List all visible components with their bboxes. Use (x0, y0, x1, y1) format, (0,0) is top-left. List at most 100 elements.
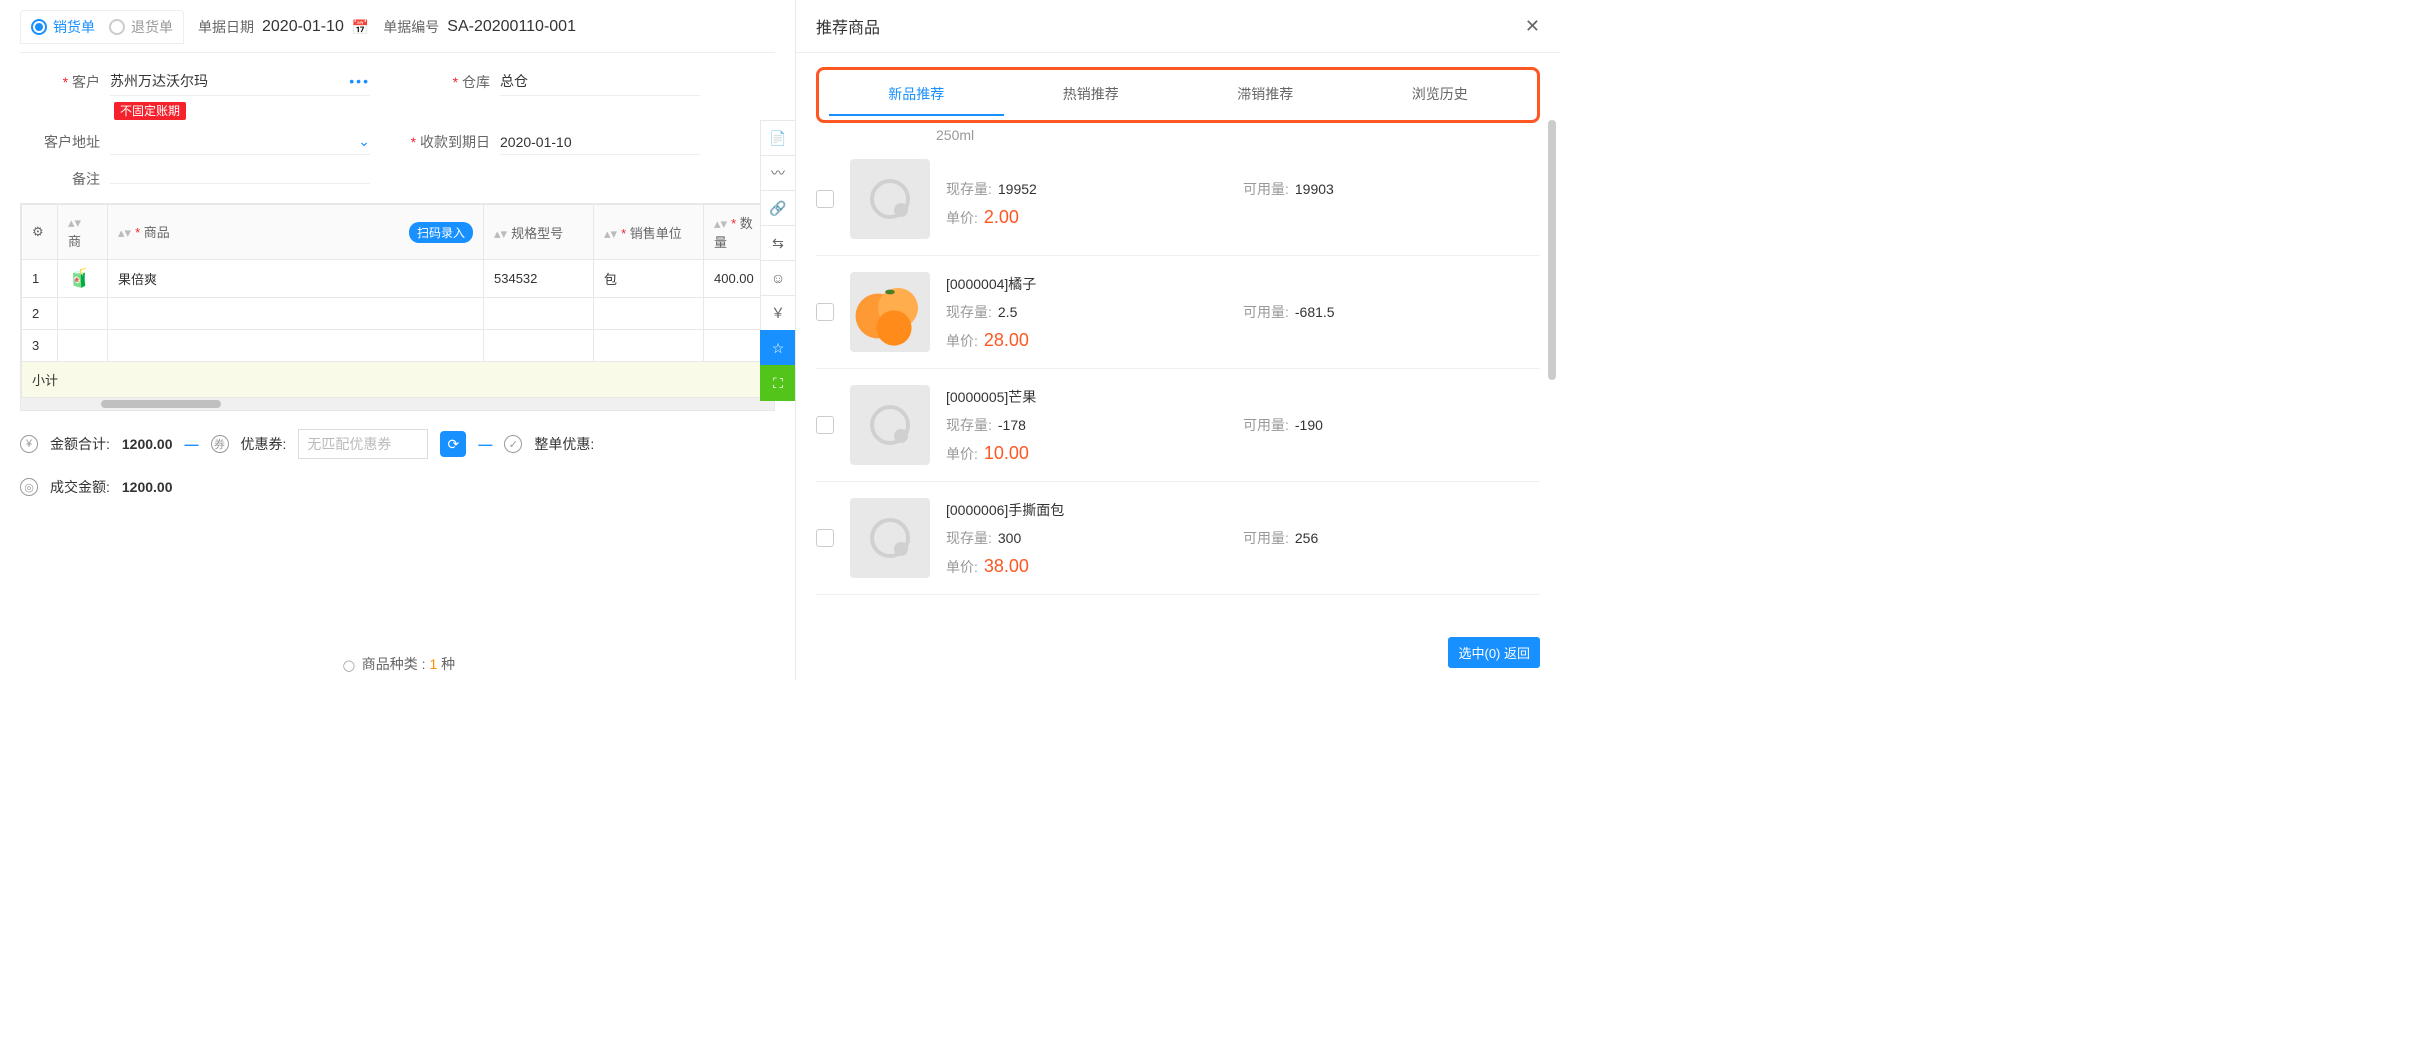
product-item[interactable]: [0000005]芒果 现存量:-178 可用量:-190 单价:10.00 (816, 369, 1540, 482)
address-input[interactable]: ⌄ (110, 129, 370, 155)
radio-icon (31, 19, 47, 35)
customer-label: 客户 (20, 72, 100, 92)
panel-title: 推荐商品 (816, 14, 880, 38)
stock-field: 现存量:-178 (946, 415, 1243, 435)
remark-input[interactable] (110, 175, 370, 184)
deal-value: 1200.00 (122, 479, 173, 495)
doc-type-tabs: 销货单 退货单 单据日期 2020-01-10 📅 单据编号 SA-202001… (20, 10, 775, 53)
deal-label: 成交金额: (50, 477, 110, 497)
close-icon[interactable]: ✕ (1525, 16, 1540, 37)
tool-expand-icon[interactable]: ⛶ (760, 365, 796, 401)
items-table: ⚙ ▴▾商 ▴▾* 商品扫码录入 ▴▾规格型号 ▴▾* 销售单位 ▴▾* 数量 … (20, 203, 775, 411)
tab-sales[interactable]: 销货单 (31, 17, 95, 37)
product-item[interactable]: [0000004]橘子 现存量:2.5 可用量:-681.5 单价:28.00 (816, 256, 1540, 369)
doc-no-label: 单据编号 (383, 17, 439, 37)
side-toolbar: 📄 〰 🔗 ⇆ ☺ ￥ ☆ ⛶ (760, 120, 796, 400)
rec-tab-2[interactable]: 滞销推荐 (1178, 74, 1353, 116)
h-scrollbar[interactable] (21, 398, 774, 410)
table-row[interactable]: 3 (22, 330, 774, 362)
item-checkbox[interactable] (816, 529, 834, 547)
tool-link-icon[interactable]: 🔗 (760, 190, 796, 226)
refresh-button[interactable]: ⟳ (440, 431, 466, 457)
due-value: 2020-01-10 (500, 134, 572, 150)
rec-tab-0[interactable]: 新品推荐 (829, 74, 1004, 116)
avail-field: 可用量:-190 (1243, 415, 1540, 435)
subtotal-label: 小计 (22, 362, 774, 398)
due-input[interactable]: 2020-01-10 (500, 130, 700, 155)
stock-field: 现存量:2.5 (946, 302, 1243, 322)
tool-exchange-icon[interactable]: ⇆ (760, 225, 796, 261)
warehouse-label: 仓库 (410, 72, 490, 92)
item-checkbox[interactable] (816, 416, 834, 434)
account-period-tag: 不固定账期 (114, 102, 186, 120)
price-field: 单价:10.00 (946, 443, 1243, 464)
avail-field: 可用量:-681.5 (1243, 302, 1540, 322)
due-label: 收款到期日 (410, 132, 490, 152)
items-list[interactable]: 250ml 现存量:19952 可用量:19903 单价:2.00 [00000… (796, 123, 1560, 680)
gear-icon: ⚙ (32, 224, 44, 239)
whole-discount-label: 整单优惠: (534, 434, 594, 454)
chevron-down-icon[interactable]: ⌄ (358, 133, 370, 150)
tool-chart-icon[interactable]: 〰 (760, 155, 796, 191)
price-field: 单价:2.00 (946, 207, 1243, 228)
stock-field: 现存量:19952 (946, 179, 1243, 199)
tool-currency-icon[interactable]: ￥ (760, 295, 796, 331)
avail-field: 可用量:256 (1243, 528, 1540, 548)
table-row[interactable]: 2 (22, 298, 774, 330)
remark-label: 备注 (20, 169, 100, 189)
col-img[interactable]: ▴▾商 (58, 205, 108, 260)
product-thumb (850, 498, 930, 578)
radio-icon (109, 19, 125, 35)
rec-tab-1[interactable]: 热销推荐 (1004, 74, 1179, 116)
col-unit[interactable]: ▴▾* 销售单位 (594, 205, 704, 260)
coupon-input[interactable]: 无匹配优惠券 (298, 429, 428, 459)
col-spec[interactable]: ▴▾规格型号 (484, 205, 594, 260)
warehouse-input[interactable]: 总仓 (500, 67, 700, 96)
product-thumb (850, 385, 930, 465)
doc-date-value[interactable]: 2020-01-10 (262, 18, 344, 36)
doc-date-label: 单据日期 (198, 17, 254, 37)
deal-icon: ◎ (20, 478, 38, 496)
calendar-icon[interactable]: 📅 (352, 19, 369, 36)
item-checkbox[interactable] (816, 303, 834, 321)
sum-value: 1200.00 (122, 436, 173, 452)
col-gear[interactable]: ⚙ (22, 205, 58, 260)
minus-icon: — (185, 436, 199, 452)
product-item[interactable]: 现存量:19952 可用量:19903 单价:2.00 (816, 143, 1540, 256)
price-field: 单价:38.00 (946, 556, 1243, 577)
item-checkbox[interactable] (816, 190, 834, 208)
ellipsis-icon[interactable]: ••• (349, 73, 370, 89)
discount-icon: ✓ (504, 435, 522, 453)
product-name: [0000005]芒果 (946, 387, 1540, 407)
price-field: 单价:28.00 (946, 330, 1243, 351)
col-product[interactable]: ▴▾* 商品扫码录入 (108, 205, 484, 260)
yen-icon: ¥ (20, 435, 38, 453)
tab-return[interactable]: 退货单 (109, 17, 173, 37)
coupon-icon: 券 (211, 435, 229, 453)
tab-sales-label: 销货单 (53, 17, 95, 37)
address-label: 客户地址 (20, 132, 100, 152)
customer-input[interactable]: 苏州万达沃尔玛 ••• (110, 67, 370, 96)
v-scrollbar[interactable] (1548, 120, 1556, 380)
footer-summary: ◯ 商品种类 : 1 种 (0, 654, 795, 675)
avail-field: 可用量:19903 (1243, 179, 1540, 199)
tool-document-icon[interactable]: 📄 (760, 120, 796, 156)
coupon-label: 优惠券: (241, 434, 287, 454)
recommend-tabs: 新品推荐热销推荐滞销推荐浏览历史 (816, 67, 1540, 123)
tool-person-icon[interactable]: ☺ (760, 260, 796, 296)
product-name: [0000006]手撕面包 (946, 500, 1540, 520)
warehouse-value: 总仓 (500, 71, 528, 91)
table-row[interactable]: 1🧃果倍爽534532包400.00 (22, 260, 774, 298)
doc-no-value: SA-20200110-001 (447, 18, 576, 36)
customer-value: 苏州万达沃尔玛 (110, 71, 208, 91)
tool-star-icon[interactable]: ☆ (760, 330, 796, 366)
minus-icon: — (478, 436, 492, 452)
product-item[interactable]: [0000006]手撕面包 现存量:300 可用量:256 单价:38.00 (816, 482, 1540, 595)
scan-button[interactable]: 扫码录入 (409, 222, 473, 243)
product-thumb (850, 272, 930, 352)
product-thumb (850, 159, 930, 239)
tab-return-label: 退货单 (131, 17, 173, 37)
sum-label: 金额合计: (50, 434, 110, 454)
select-return-button[interactable]: 选中(0) 返回 (1448, 637, 1540, 668)
rec-tab-3[interactable]: 浏览历史 (1353, 74, 1528, 116)
